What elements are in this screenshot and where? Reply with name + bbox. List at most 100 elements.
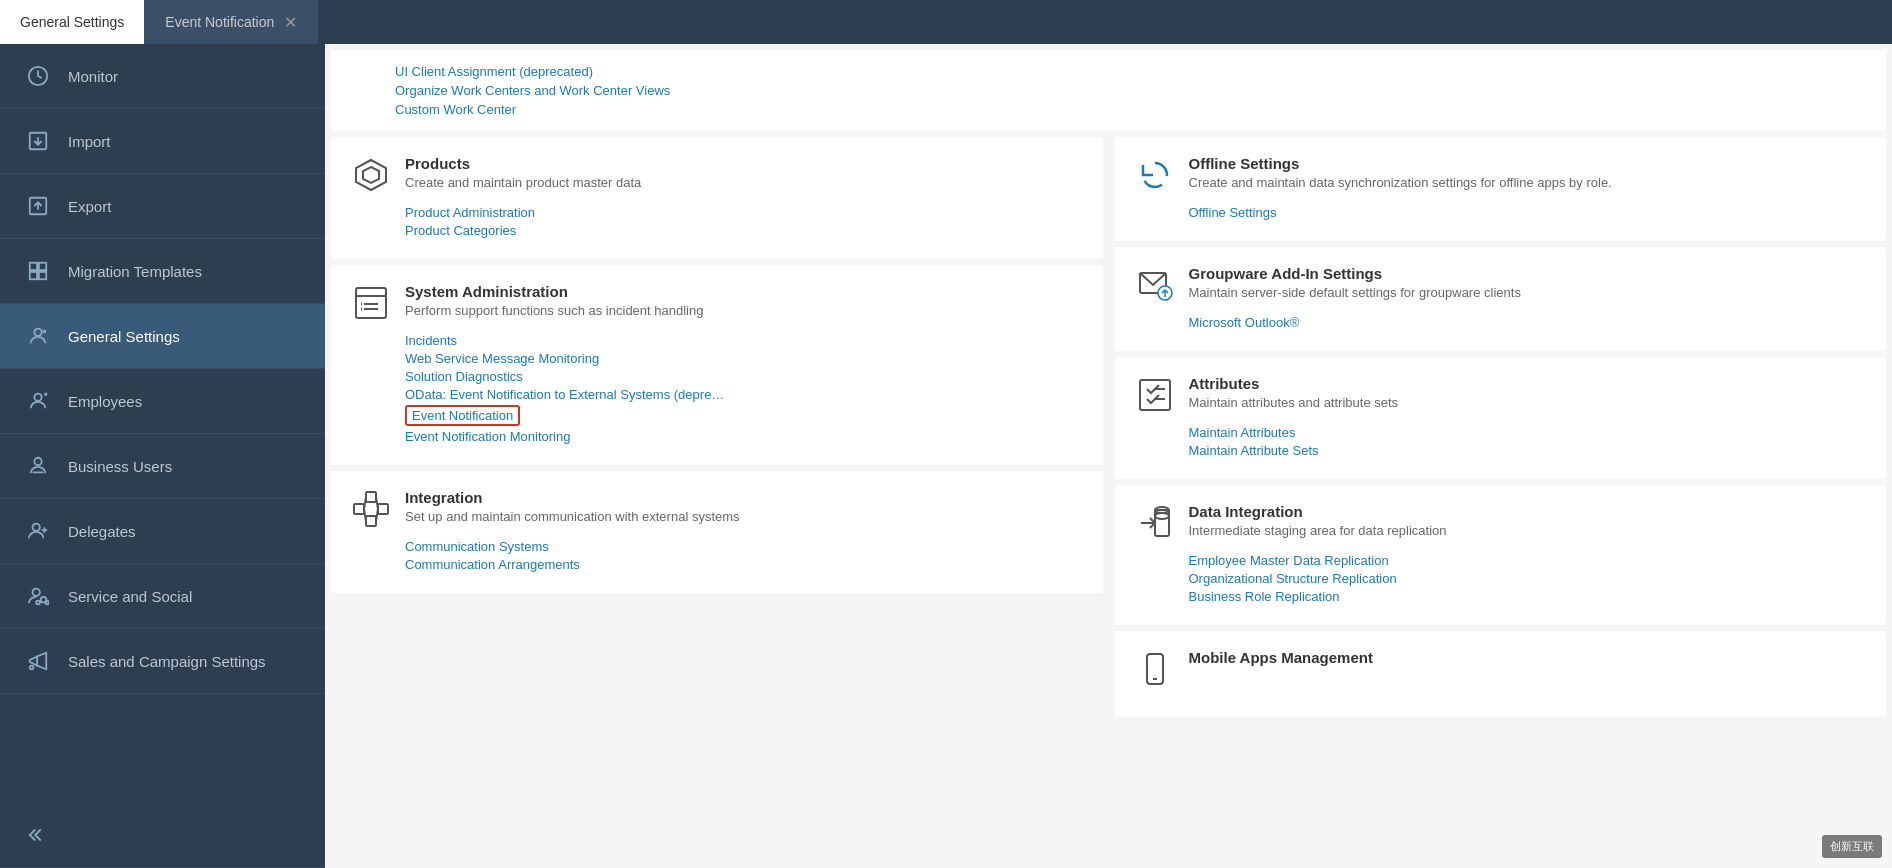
svg-rect-44 bbox=[1140, 380, 1170, 410]
svg-rect-35 bbox=[366, 492, 376, 502]
sidebar-item-migration-templates[interactable]: Migration Templates bbox=[0, 239, 325, 304]
groupware-icon bbox=[1135, 265, 1175, 305]
integration-icon bbox=[351, 489, 391, 529]
link-employee-master-data-replication[interactable]: Employee Master Data Replication bbox=[1189, 553, 1867, 568]
integration-links: Communication Systems Communication Arra… bbox=[351, 539, 1083, 572]
groupware-desc: Maintain server-side default settings fo… bbox=[1189, 285, 1521, 300]
tab-bar: General Settings Event Notification ✕ bbox=[0, 0, 1892, 44]
sidebar-import-label: Import bbox=[68, 133, 111, 150]
tab-event-notification[interactable]: Event Notification ✕ bbox=[145, 0, 318, 44]
link-maintain-attributes[interactable]: Maintain Attributes bbox=[1189, 425, 1867, 440]
system-admin-links: Incidents Web Service Message Monitoring… bbox=[351, 333, 1083, 444]
svg-rect-14 bbox=[33, 472, 44, 474]
sidebar-item-monitor[interactable]: Monitor bbox=[0, 44, 325, 109]
sidebar-service-social-label: Service and Social bbox=[68, 588, 192, 605]
link-business-role-replication[interactable]: Business Role Replication bbox=[1189, 589, 1867, 604]
link-event-notification[interactable]: Event Notification bbox=[405, 405, 520, 426]
sidebar-item-general-settings[interactable]: General Settings bbox=[0, 304, 325, 369]
integration-desc: Set up and maintain communication with e… bbox=[405, 509, 740, 524]
svg-line-41 bbox=[376, 509, 378, 521]
section-system-admin: System Administration Perform support fu… bbox=[331, 265, 1103, 465]
link-organize-work-centers[interactable]: Organize Work Centers and Work Center Vi… bbox=[395, 83, 1872, 98]
attributes-title: Attributes bbox=[1189, 375, 1399, 392]
sidebar-item-delegates[interactable]: Delegates bbox=[0, 499, 325, 564]
svg-point-25 bbox=[30, 666, 34, 670]
link-product-categories[interactable]: Product Categories bbox=[405, 223, 1083, 238]
link-microsoft-outlook[interactable]: Microsoft Outlook® bbox=[1189, 315, 1867, 330]
svg-point-13 bbox=[34, 458, 41, 465]
data-integration-desc: Intermediate staging area for data repli… bbox=[1189, 523, 1447, 538]
sidebar-item-export[interactable]: Export bbox=[0, 174, 325, 239]
link-communication-systems[interactable]: Communication Systems bbox=[405, 539, 1083, 554]
general-settings-icon bbox=[24, 322, 52, 350]
svg-point-15 bbox=[33, 524, 40, 531]
clock-icon bbox=[24, 62, 52, 90]
svg-point-49 bbox=[1155, 513, 1169, 519]
svg-marker-26 bbox=[356, 160, 386, 190]
svg-line-40 bbox=[376, 497, 378, 509]
offline-settings-desc: Create and maintain data synchronization… bbox=[1189, 175, 1612, 190]
link-maintain-attribute-sets[interactable]: Maintain Attribute Sets bbox=[1189, 443, 1867, 458]
sidebar-delegates-label: Delegates bbox=[68, 523, 136, 540]
collapse-icon bbox=[24, 821, 52, 849]
sidebar-item-employees[interactable]: Employees bbox=[0, 369, 325, 434]
svg-rect-5 bbox=[30, 263, 37, 270]
business-users-icon bbox=[24, 452, 52, 480]
sidebar-migration-label: Migration Templates bbox=[68, 263, 202, 280]
svg-rect-34 bbox=[354, 504, 364, 514]
link-product-administration[interactable]: Product Administration bbox=[405, 205, 1083, 220]
link-event-notification-monitoring[interactable]: Event Notification Monitoring bbox=[405, 429, 1083, 444]
svg-marker-12 bbox=[44, 392, 49, 396]
sidebar-item-service-social[interactable]: Service and Social bbox=[0, 564, 325, 629]
employees-icon bbox=[24, 387, 52, 415]
section-integration: Integration Set up and maintain communic… bbox=[331, 471, 1103, 593]
content-grid: Products Create and maintain product mas… bbox=[325, 131, 1892, 723]
right-column: Offline Settings Create and maintain dat… bbox=[1109, 131, 1893, 723]
sidebar-business-users-label: Business Users bbox=[68, 458, 172, 475]
sidebar-item-import[interactable]: Import bbox=[0, 109, 325, 174]
offline-settings-icon bbox=[1135, 155, 1175, 195]
sidebar-export-label: Export bbox=[68, 198, 111, 215]
svg-point-20 bbox=[36, 601, 40, 605]
top-links-area: UI Client Assignment (deprecated) Organi… bbox=[331, 50, 1886, 131]
link-organizational-structure-replication[interactable]: Organizational Structure Replication bbox=[1189, 571, 1867, 586]
svg-line-22 bbox=[40, 600, 41, 603]
mobile-apps-icon bbox=[1135, 649, 1175, 689]
sales-campaign-icon bbox=[24, 647, 52, 675]
svg-marker-24 bbox=[30, 656, 37, 665]
system-admin-desc: Perform support functions such as incide… bbox=[405, 303, 703, 318]
link-custom-work-center[interactable]: Custom Work Center bbox=[395, 102, 1872, 117]
groupware-links: Microsoft Outlook® bbox=[1135, 315, 1867, 330]
svg-point-11 bbox=[34, 394, 41, 401]
svg-rect-37 bbox=[378, 504, 388, 514]
import-icon bbox=[24, 127, 52, 155]
sidebar-item-business-users[interactable]: Business Users bbox=[0, 434, 325, 499]
svg-line-39 bbox=[364, 509, 366, 521]
data-integration-links: Employee Master Data Replication Organiz… bbox=[1135, 553, 1867, 604]
tab-general-settings[interactable]: General Settings bbox=[0, 0, 145, 44]
sidebar-item-sales-campaign[interactable]: Sales and Campaign Settings bbox=[0, 629, 325, 694]
link-incidents[interactable]: Incidents bbox=[405, 333, 1083, 348]
svg-rect-6 bbox=[39, 263, 46, 270]
link-offline-settings[interactable]: Offline Settings bbox=[1189, 205, 1867, 220]
content-area: UI Client Assignment (deprecated) Organi… bbox=[325, 44, 1892, 868]
sidebar-item-collapse[interactable] bbox=[0, 803, 325, 868]
sidebar-general-settings-label: General Settings bbox=[68, 328, 180, 345]
migration-icon bbox=[24, 257, 52, 285]
sidebar-monitor-label: Monitor bbox=[68, 68, 118, 85]
data-integration-title: Data Integration bbox=[1189, 503, 1447, 520]
link-odata-event-notification[interactable]: OData: Event Notification to External Sy… bbox=[405, 387, 1083, 402]
sidebar-employees-label: Employees bbox=[68, 393, 142, 410]
svg-rect-36 bbox=[366, 516, 376, 526]
products-desc: Create and maintain product master data bbox=[405, 175, 641, 190]
link-communication-arrangements[interactable]: Communication Arrangements bbox=[405, 557, 1083, 572]
main-layout: Monitor Import Export bbox=[0, 44, 1892, 868]
section-mobile-apps: Mobile Apps Management bbox=[1115, 631, 1887, 717]
link-web-service-monitoring[interactable]: Web Service Message Monitoring bbox=[405, 351, 1083, 366]
link-ui-client-assignment[interactable]: UI Client Assignment (deprecated) bbox=[395, 64, 1872, 79]
tab-event-notification-close[interactable]: ✕ bbox=[284, 13, 297, 32]
attributes-links: Maintain Attributes Maintain Attribute S… bbox=[1135, 425, 1867, 458]
products-links: Product Administration Product Categorie… bbox=[351, 205, 1083, 238]
link-solution-diagnostics[interactable]: Solution Diagnostics bbox=[405, 369, 1083, 384]
svg-line-23 bbox=[46, 600, 47, 603]
